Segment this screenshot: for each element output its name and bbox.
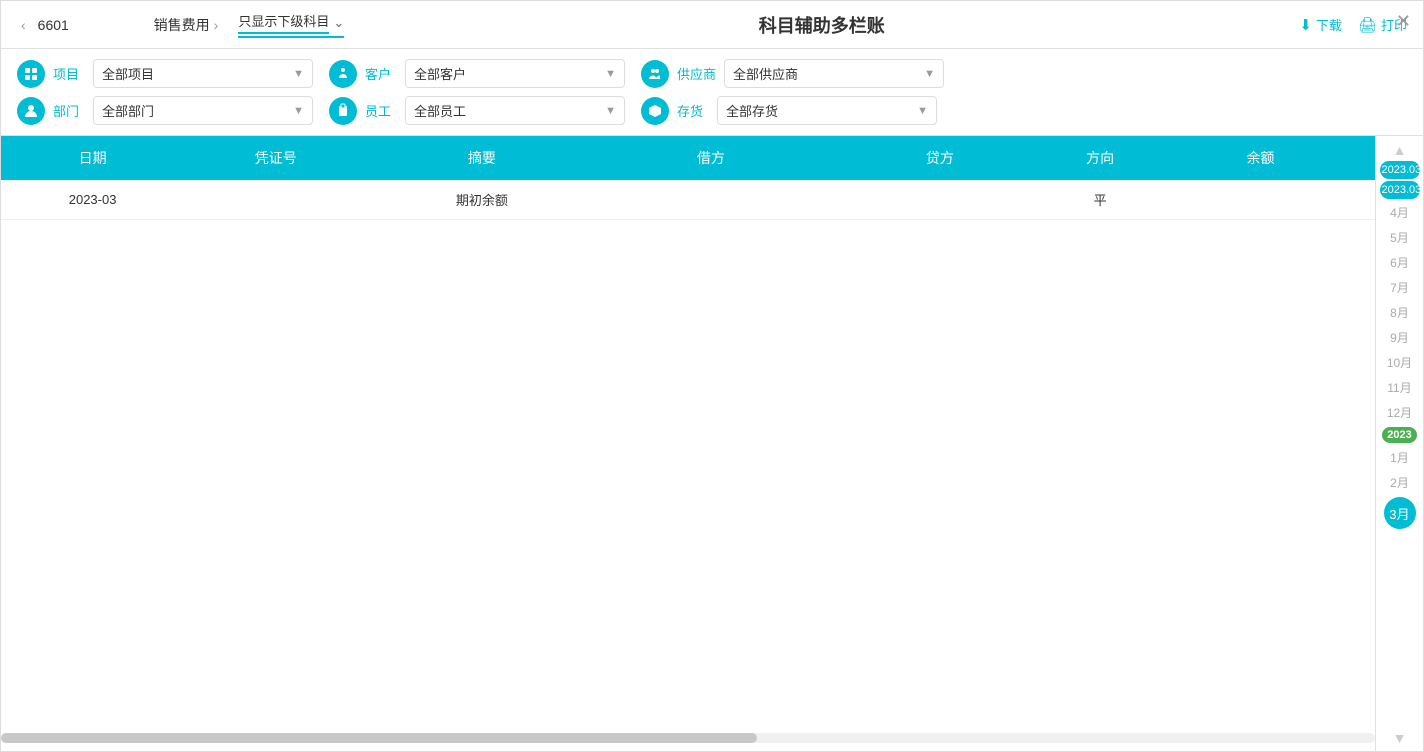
data-table: 日期 凭证号 摘要 借方 贷方 方向 余额 2023-03 期初余额 平 [1,136,1375,220]
cell-direction: 平 [1054,180,1146,220]
project-label: 项目 [53,64,85,83]
inventory-select[interactable]: 全部存货 ▼ [717,96,937,125]
timeline-month-4[interactable]: 4月 [1376,200,1423,225]
cell-credit [825,180,1054,220]
account-code-display: 6601 销售费用 [30,15,210,35]
supplier-select[interactable]: 全部供应商 ▼ [724,59,944,88]
supplier-value: 全部供应商 [733,64,798,83]
main-content: 日期 凭证号 摘要 借方 贷方 方向 余额 2023-03 期初余额 平 [1,136,1423,752]
timeline-down-arrow[interactable]: ▼ [1391,728,1409,748]
timeline-month-11[interactable]: 11月 [1376,375,1423,400]
prev-account-btn[interactable]: ‹ [17,15,30,35]
print-icon: 🖨 [1358,16,1377,34]
filter-project: 项目 全部项目 ▼ [17,59,313,88]
col-direction: 方向 [1054,136,1146,180]
col-balance: 余额 [1146,136,1375,180]
show-sub-arrow: ⌄ [333,15,344,31]
timeline-month-1[interactable]: 1月 [1376,445,1423,470]
cell-balance [1146,180,1375,220]
customer-value: 全部客户 [414,64,466,83]
cell-voucher [184,180,367,220]
timeline-active-month-3[interactable]: 3月 [1384,497,1416,529]
customer-arrow: ▼ [605,68,616,80]
close-btn[interactable]: ✕ [1396,11,1411,32]
col-date: 日期 [1,136,184,180]
customer-icon [329,60,357,88]
timeline-month-12[interactable]: 12月 [1376,400,1423,425]
timeline-up-arrow[interactable]: ▲ [1391,140,1409,160]
filter-row-1: 项目 全部项目 ▼ 客户 全部客户 ▼ 供应 [17,59,1407,88]
col-debit: 借方 [596,136,825,180]
filter-employee: 员工 全部员工 ▼ [329,96,625,125]
download-label: 下载 [1316,15,1342,34]
account-code-text: 6601 [30,15,150,35]
project-icon [17,60,45,88]
main-window: ‹ 6601 销售费用 › 只显示下级科目 ⌄ 科目辅助多栏账 ⬇ 下载 🖨 打… [0,0,1424,752]
timeline-month-2[interactable]: 2月 [1376,470,1423,495]
employee-select[interactable]: 全部员工 ▼ [405,96,625,125]
page-title: 科目辅助多栏账 [344,12,1299,38]
header: ‹ 6601 销售费用 › 只显示下级科目 ⌄ 科目辅助多栏账 ⬇ 下载 🖨 打… [1,1,1423,49]
filter-supplier: 供应商 全部供应商 ▼ [641,59,944,88]
col-voucher: 凭证号 [184,136,367,180]
department-value: 全部部门 [102,101,154,120]
next-account-btn[interactable]: › [210,15,223,35]
table-header-row: 日期 凭证号 摘要 借方 贷方 方向 余额 [1,136,1375,180]
inventory-label: 存货 [677,101,709,120]
timeline-period-2[interactable]: 2023.03 [1380,181,1420,199]
scrollbar-thumb [1,733,757,743]
project-select[interactable]: 全部项目 ▼ [93,59,313,88]
year-2023-badge: 2023 [1382,427,1416,443]
employee-arrow: ▼ [605,105,616,117]
filter-inventory: 存货 全部存货 ▼ [641,96,937,125]
timeline-month-7[interactable]: 7月 [1376,275,1423,300]
timeline-month-8[interactable]: 8月 [1376,300,1423,325]
filter-row-2: 部门 全部部门 ▼ 员工 全部员工 ▼ 存货 [17,96,1407,125]
col-summary: 摘要 [367,136,596,180]
employee-label: 员工 [365,101,397,120]
cell-summary: 期初余额 [367,180,596,220]
download-btn[interactable]: ⬇ 下载 [1299,15,1342,34]
col-credit: 贷方 [825,136,1054,180]
show-sub-filter[interactable]: 只显示下级科目 ⌄ [238,11,344,38]
timeline-month-9[interactable]: 9月 [1376,325,1423,350]
department-arrow: ▼ [293,105,304,117]
timeline-month-6[interactable]: 6月 [1376,250,1423,275]
employee-value: 全部员工 [414,101,466,120]
table-row: 2023-03 期初余额 平 [1,180,1375,220]
timeline-month-10[interactable]: 10月 [1376,350,1423,375]
action-buttons: ⬇ 下载 🖨 打印 [1299,15,1407,34]
filter-department: 部门 全部部门 ▼ [17,96,313,125]
customer-select[interactable]: 全部客户 ▼ [405,59,625,88]
download-icon: ⬇ [1299,16,1312,34]
supplier-label: 供应商 [677,64,716,83]
filter-customer: 客户 全部客户 ▼ [329,59,625,88]
department-icon [17,97,45,125]
project-value: 全部项目 [102,64,154,83]
table-area: 日期 凭证号 摘要 借方 贷方 方向 余额 2023-03 期初余额 平 [1,136,1375,752]
cell-debit [596,180,825,220]
inventory-value: 全部存货 [726,101,778,120]
project-arrow: ▼ [293,68,304,80]
timeline-period-1[interactable]: 2023.03 [1380,161,1420,179]
department-select[interactable]: 全部部门 ▼ [93,96,313,125]
supplier-arrow: ▼ [924,68,935,80]
cell-date: 2023-03 [1,180,184,220]
timeline-month-5[interactable]: 5月 [1376,225,1423,250]
filter-area: 项目 全部项目 ▼ 客户 全部客户 ▼ 供应 [1,49,1423,136]
show-sub-label: 只显示下级科目 [238,11,329,34]
inventory-icon [641,97,669,125]
supplier-icon [641,60,669,88]
customer-label: 客户 [365,64,397,83]
horizontal-scrollbar[interactable] [1,733,1375,743]
timeline-sidebar: ▲ 2023.03 2023.03 4月 5月 6月 7月 8月 9月 10月 … [1375,136,1423,752]
department-label: 部门 [53,101,85,120]
account-name-text: 销售费用 [154,15,210,35]
inventory-arrow: ▼ [917,105,928,117]
employee-icon [329,97,357,125]
